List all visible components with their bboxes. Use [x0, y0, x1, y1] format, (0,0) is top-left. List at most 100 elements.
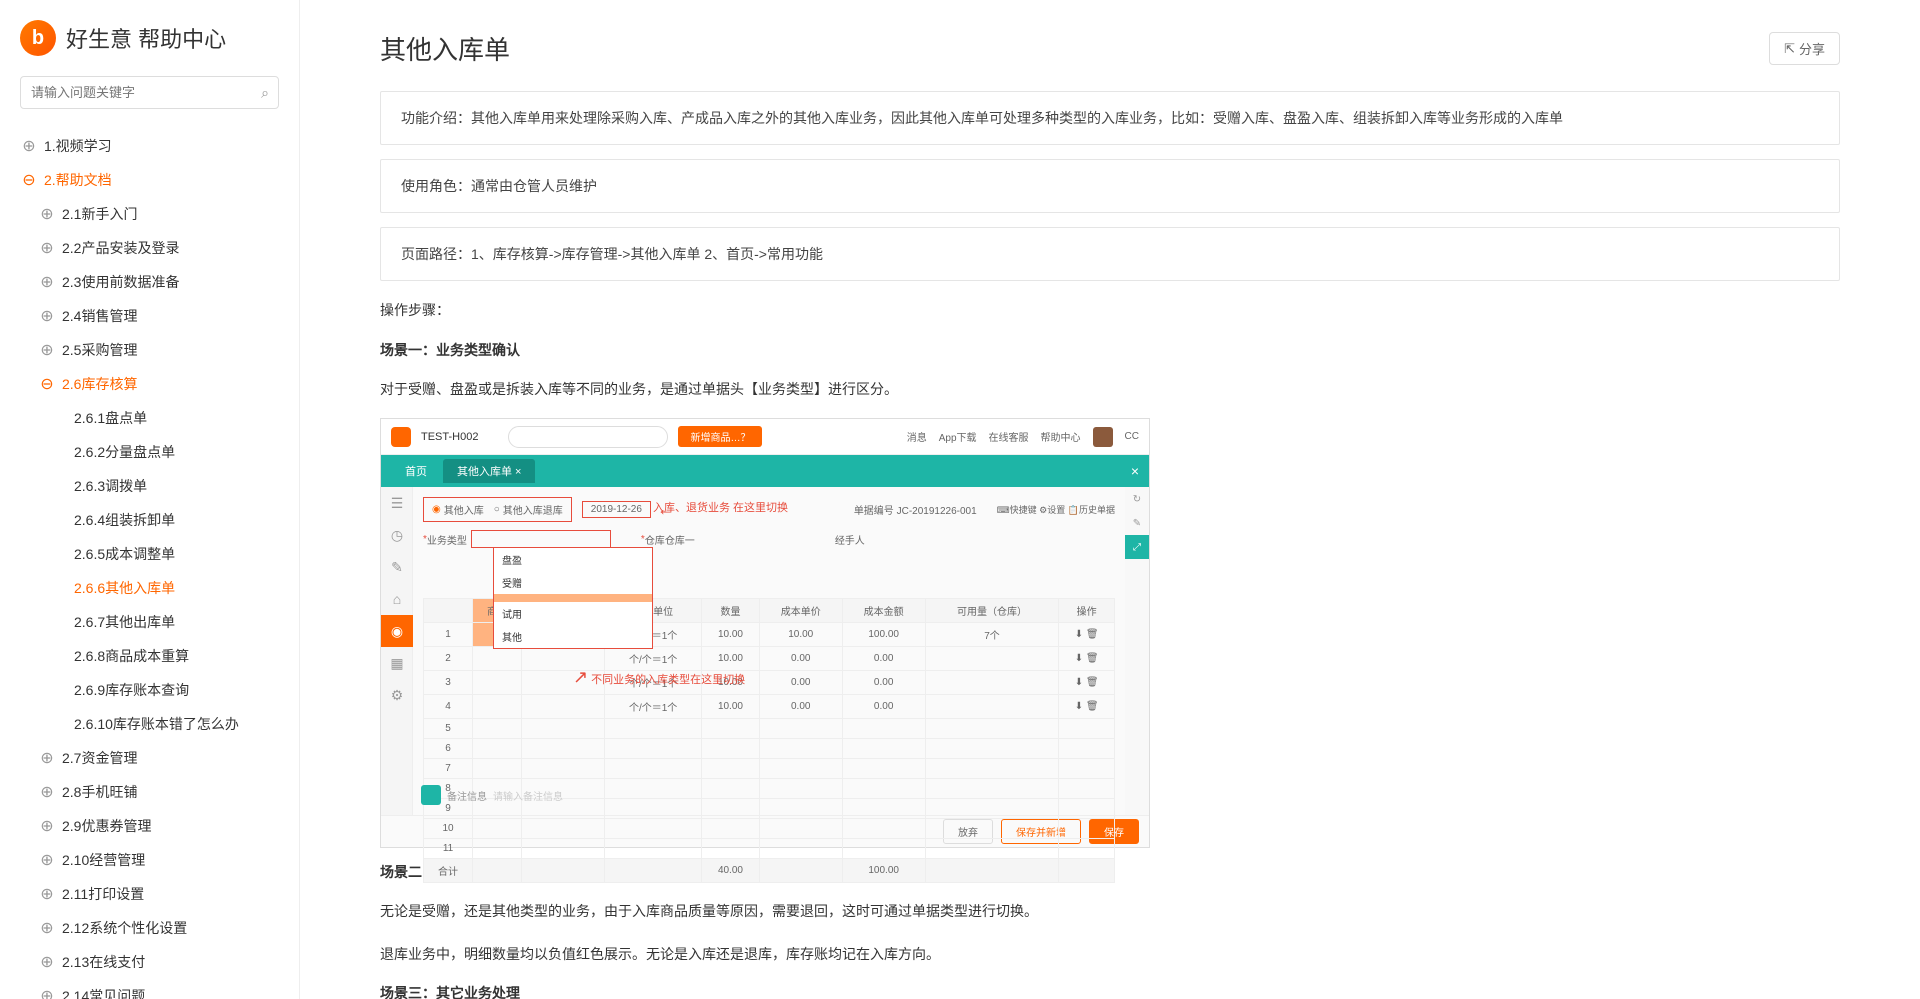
ss-side-icon: ✎ [381, 551, 413, 583]
ss-dd-item: 试用 [494, 602, 652, 625]
ss-placeholder: 请输入备注信息 [493, 788, 563, 803]
ss-link: App下载 [939, 429, 977, 444]
minus-icon: ⊖ [38, 374, 56, 394]
plus-icon: ⊕ [38, 306, 56, 326]
ss-test-id: TEST-H002 [421, 431, 478, 443]
path-text: 1、库存核算->库存管理->其他入库单 2、首页->常用功能 [471, 246, 823, 262]
nav-2-6-1[interactable]: 2.6.1盘点单 [74, 401, 279, 435]
ss-tab-close-icon: × [1131, 463, 1139, 479]
nav-2-11[interactable]: ⊕2.11打印设置 [38, 877, 279, 911]
nav-label: 2.1新手入门 [62, 204, 137, 224]
ss-logo-icon [391, 427, 411, 447]
ss-new-button: 新增商品…？ [678, 426, 762, 447]
nav-label: 2.7资金管理 [62, 748, 137, 768]
share-button[interactable]: ⇱分享 [1769, 32, 1840, 65]
ss-side-icon: ☰ [381, 487, 413, 519]
plus-icon: ⊕ [38, 238, 56, 258]
nav-2-2[interactable]: ⊕ 2.2产品安装及登录 [38, 231, 279, 265]
role-label: 使用角色： [401, 178, 471, 194]
share-label: 分享 [1799, 39, 1825, 58]
plus-icon: ⊕ [38, 850, 56, 870]
share-icon: ⇱ [1784, 41, 1795, 57]
nav-label: 1.视频学习 [44, 136, 112, 156]
page-title: 其他入库单 [380, 30, 510, 67]
ss-label: 快捷键 [1010, 505, 1037, 515]
ss-dd-item: 盘盈 [494, 548, 652, 571]
nav-2-6-3[interactable]: 2.6.3调拨单 [74, 469, 279, 503]
ss-label: 业务类型 [427, 532, 467, 547]
ss-tab-form: 其他入库单 × [443, 459, 535, 483]
ss-value: 仓库一 [665, 532, 695, 547]
scene1-text: 对于受赠、盘盈或是拆装入库等不同的业务，是通过单据头【业务类型】进行区分。 [380, 376, 1840, 403]
nav-label: 2.11打印设置 [62, 884, 144, 904]
ss-note-icon [421, 785, 441, 805]
ss-radio-label: 其他入库退库 [503, 502, 563, 517]
search-icon[interactable]: ⌕ [261, 84, 269, 101]
nav-2-6-2[interactable]: 2.6.2分量盘点单 [74, 435, 279, 469]
ss-side-icon: ◉ [381, 615, 413, 647]
ss-dd-item [494, 594, 652, 602]
nav-2-6-9[interactable]: 2.6.9库存账本查询 [74, 673, 279, 707]
nav-2-4[interactable]: ⊕2.4销售管理 [38, 299, 279, 333]
intro-text: 其他入库单用来处理除采购入库、产成品入库之外的其他入库业务，因此其他入库单可处理… [471, 110, 1563, 126]
steps-label: 操作步骤： [380, 297, 1840, 324]
nav-label: 2.3使用前数据准备 [62, 272, 179, 292]
ss-date-field: 2019-12-26 [582, 501, 651, 518]
ss-rb-icon: ↻ [1125, 487, 1149, 511]
ss-side-icon: ⌂ [381, 583, 413, 615]
nav-label: 2.5采购管理 [62, 340, 137, 360]
ss-dd-item: 受赠 [494, 571, 652, 594]
nav-video[interactable]: ⊕ 1.视频学习 [20, 129, 279, 163]
nav-2-14[interactable]: ⊕2.14常见问题 [38, 979, 279, 999]
ss-side-icon: ⚙ [381, 679, 413, 711]
nav-2-6-4[interactable]: 2.6.4组装拆卸单 [74, 503, 279, 537]
nav-2-6[interactable]: ⊖2.6库存核算 [38, 367, 279, 401]
nav-2-5[interactable]: ⊕ 2.5采购管理 [38, 333, 279, 367]
nav-2-12[interactable]: ⊕2.12系统个性化设置 [38, 911, 279, 945]
nav-label: 2.6.3调拨单 [74, 476, 147, 496]
nav-2-8[interactable]: ⊕2.8手机旺铺 [38, 775, 279, 809]
nav-2-6-7[interactable]: 2.6.7其他出库单 [74, 605, 279, 639]
plus-icon: ⊕ [38, 340, 56, 360]
nav-2-6-10[interactable]: 2.6.10库存账本错了怎么办 [74, 707, 279, 741]
plus-icon: ⊕ [20, 136, 38, 156]
nav-label: 2.2产品安装及登录 [62, 238, 179, 258]
nav-label: 2.6.2分量盘点单 [74, 442, 175, 462]
ss-link: 消息 [907, 429, 927, 444]
nav-label: 2.6.1盘点单 [74, 408, 147, 428]
ss-label: 单据编号 [854, 506, 894, 517]
nav-2-7[interactable]: ⊕ 2.7资金管理 [38, 741, 279, 775]
nav-docs[interactable]: ⊖2.帮助文档 [20, 163, 279, 197]
ss-radio-label: 其他入库 [444, 502, 484, 517]
nav-label: 2.14常见问题 [62, 986, 145, 999]
role-text: 通常由仓管人员维护 [471, 178, 597, 194]
plus-icon: ⊕ [38, 816, 56, 836]
nav-2-6-5[interactable]: 2.6.5成本调整单 [74, 537, 279, 571]
search-box: ⌕ [20, 76, 279, 109]
logo-icon: b [20, 20, 56, 56]
ss-dropdown: 盘盈 受赠 试用 其他 [493, 547, 653, 649]
nav-2-3[interactable]: ⊕2.3使用前数据准备 [38, 265, 279, 299]
minus-icon: ⊖ [20, 170, 38, 190]
nav-2-6-6[interactable]: 2.6.6其他入库单 [74, 571, 279, 605]
embedded-screenshot: TEST-H002 新增商品…？ 消息 App下载 在线客服 帮助中心 CC 首… [380, 418, 1150, 848]
ss-label: 仓库 [645, 532, 665, 547]
plus-icon: ⊕ [38, 748, 56, 768]
plus-icon: ⊕ [38, 952, 56, 972]
nav-2-13[interactable]: ⊕2.13在线支付 [38, 945, 279, 979]
sidebar: b 好生意 帮助中心 ⌕ ⊕1.视频学习 ⊖2.帮助文档 ⊕2.1新手入门 ⊕2… [0, 0, 300, 999]
nav-2-10[interactable]: ⊕2.10经营管理 [38, 843, 279, 877]
ss-link: CC [1125, 431, 1139, 442]
nav-2-1[interactable]: ⊕2.1新手入门 [38, 197, 279, 231]
intro-box: 功能介绍：其他入库单用来处理除采购入库、产成品入库之外的其他入库业务，因此其他入… [380, 91, 1840, 145]
scene3-title: 场景三：其它业务处理 [380, 983, 1840, 999]
nav-label: 2.6.8商品成本重算 [74, 646, 189, 666]
ss-annotation: ↗ 不同业务的入库类型在这里切换 [573, 667, 745, 688]
ss-label: 历史单据 [1079, 505, 1115, 515]
ss-dd-item: 其他 [494, 625, 652, 648]
search-input[interactable] [20, 76, 279, 109]
nav-2-9[interactable]: ⊕2.9优惠券管理 [38, 809, 279, 843]
nav-2-6-8[interactable]: 2.6.8商品成本重算 [74, 639, 279, 673]
ss-side-icon: ◷ [381, 519, 413, 551]
plus-icon: ⊕ [38, 782, 56, 802]
